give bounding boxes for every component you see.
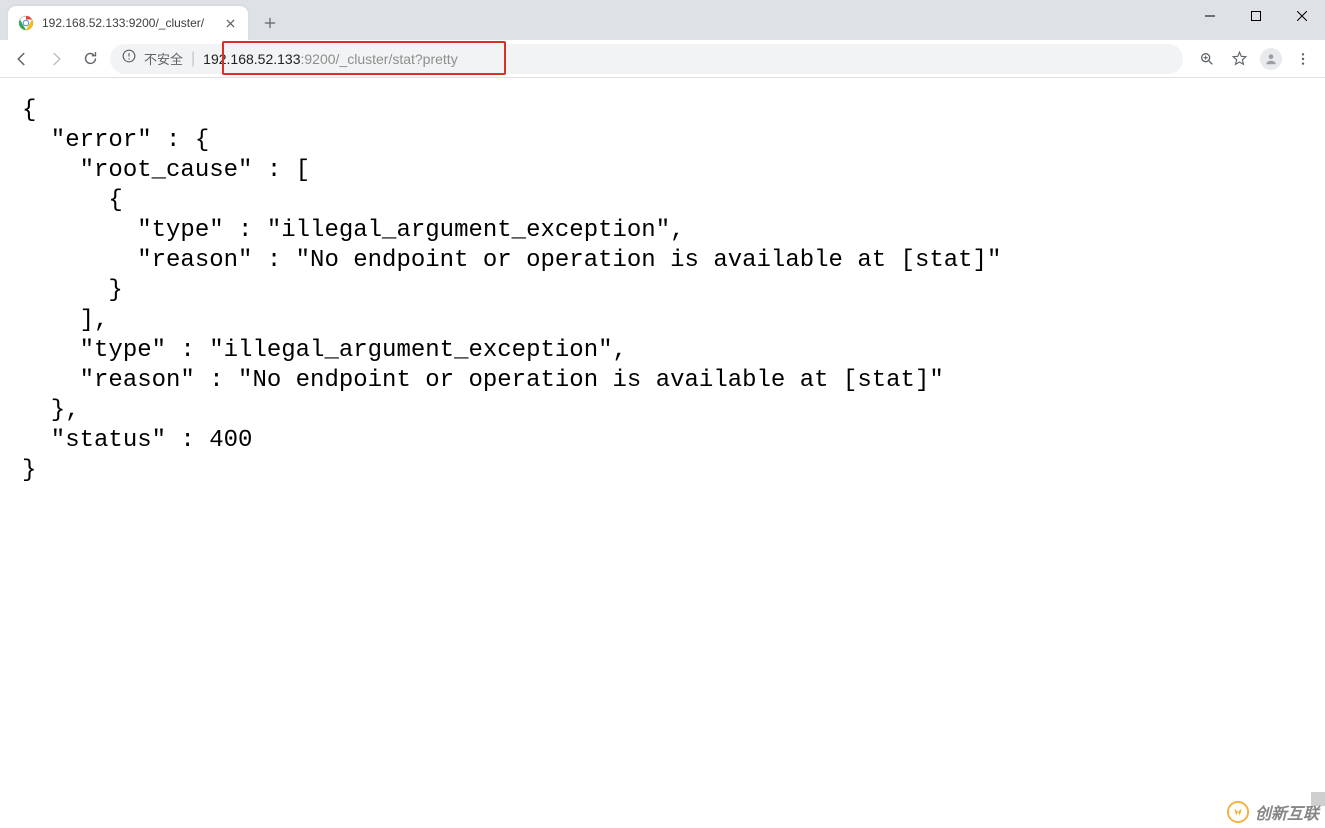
window-close-button[interactable] [1279,0,1325,32]
bookmark-star-icon[interactable] [1225,45,1253,73]
kebab-menu-icon[interactable] [1289,45,1317,73]
not-secure-icon [122,49,136,68]
separator: | [191,50,195,68]
watermark-logo-icon [1227,801,1249,823]
window-minimize-button[interactable] [1187,0,1233,32]
url-rest: :9200/_cluster/stat?pretty [301,51,458,67]
watermark: 创新互联 [1227,800,1319,824]
not-secure-label: 不安全 [144,49,183,68]
browser-tab[interactable]: 192.168.52.133:9200/_cluster/ [8,6,248,40]
nav-back-button[interactable] [8,45,36,73]
url-text: 192.168.52.133:9200/_cluster/stat?pretty [203,51,458,67]
json-response-body: { "error" : { "root_cause" : [ { "type" … [22,96,1313,486]
browser-toolbar: 不安全 | 192.168.52.133:9200/_cluster/stat?… [0,40,1325,78]
watermark-text: 创新互联 [1255,800,1319,824]
tab-title: 192.168.52.133:9200/_cluster/ [42,16,214,30]
window-maximize-button[interactable] [1233,0,1279,32]
profile-avatar[interactable] [1257,45,1285,73]
window-titlebar: 192.168.52.133:9200/_cluster/ [0,0,1325,40]
nav-reload-button[interactable] [76,45,104,73]
url-host: 192.168.52.133 [203,51,300,67]
tab-close-button[interactable] [222,15,238,31]
tab-favicon [18,15,34,31]
toolbar-right-icons [1189,45,1317,73]
window-controls [1187,0,1325,40]
zoom-icon[interactable] [1193,45,1221,73]
page-content: { "error" : { "root_cause" : [ { "type" … [0,78,1325,498]
address-bar[interactable]: 不安全 | 192.168.52.133:9200/_cluster/stat?… [110,44,1183,74]
nav-forward-button[interactable] [42,45,70,73]
new-tab-button[interactable] [256,9,284,37]
